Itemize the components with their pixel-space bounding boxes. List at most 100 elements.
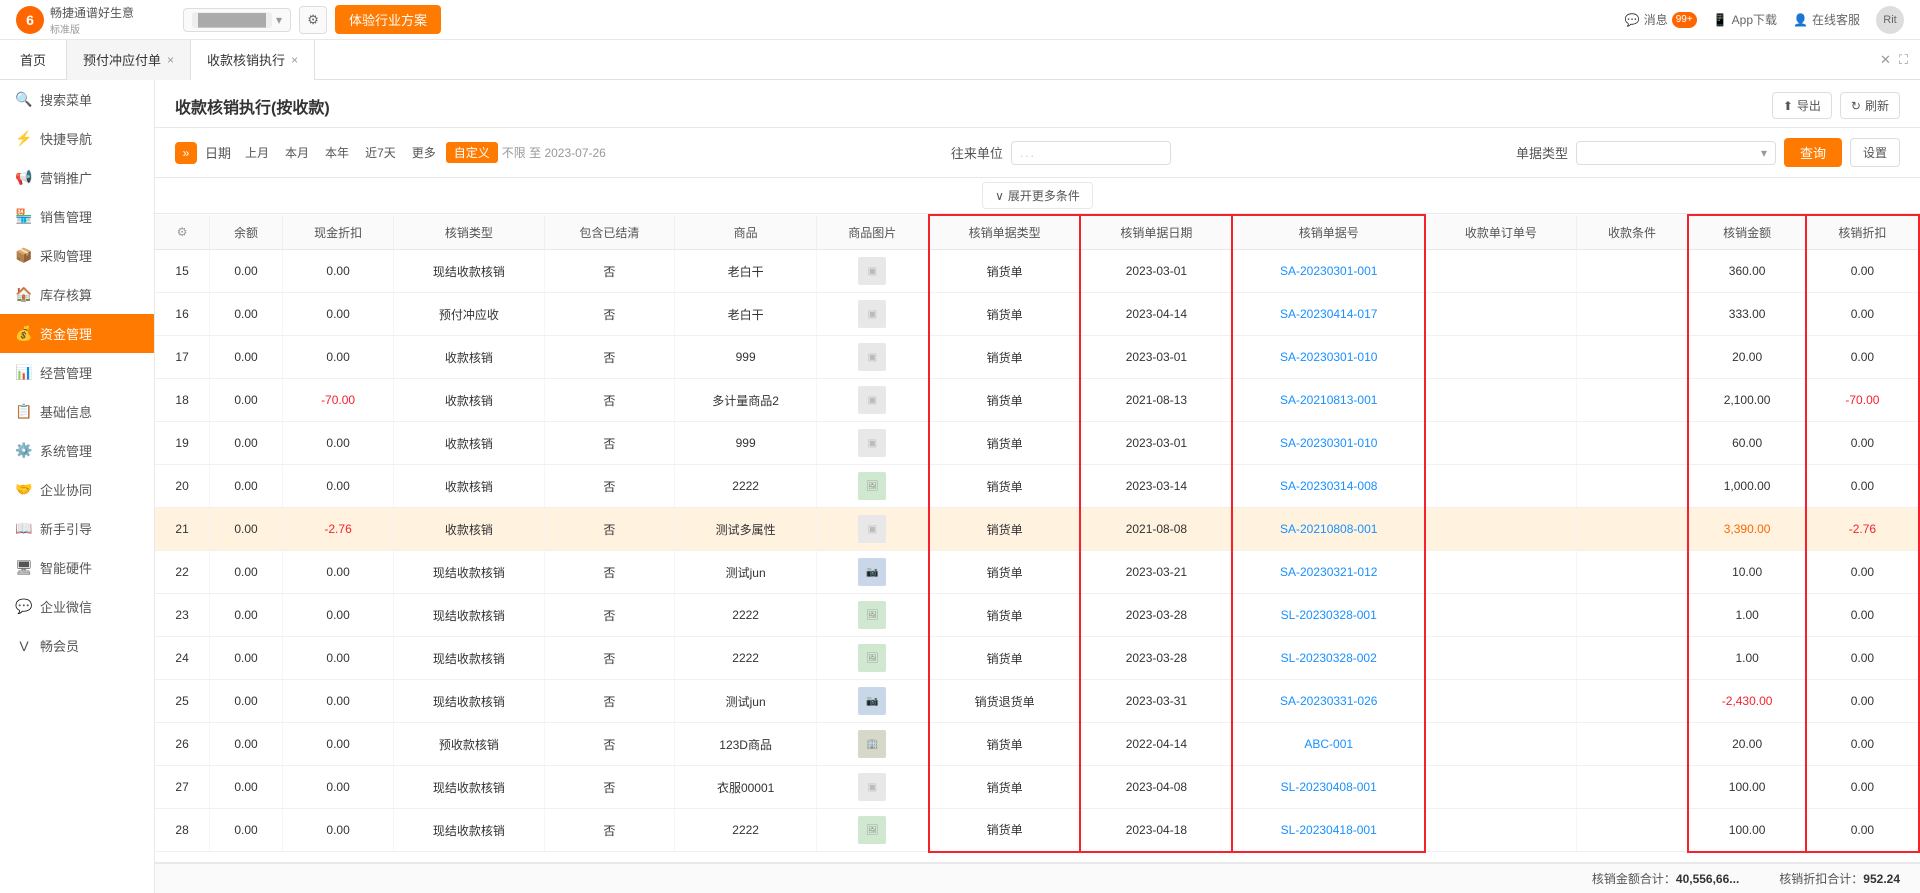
row-bill-no[interactable]: SL-20230418-001 <box>1232 809 1425 852</box>
col-product: 商品 <box>675 215 817 250</box>
refresh-button[interactable]: ↻ 刷新 <box>1840 92 1900 119</box>
row-type: 现结收款核销 <box>394 637 544 680</box>
row-bill-type: 销货单 <box>929 594 1081 637</box>
7days-btn[interactable]: 近7天 <box>359 142 402 163</box>
sidebar-item-system[interactable]: ⚙️ 系统管理 <box>0 431 154 470</box>
gear-button[interactable]: ⚙ <box>299 6 327 34</box>
sidebar-item-member[interactable]: V 畅会员 <box>0 626 154 665</box>
row-cash-discount: 0.00 <box>282 250 393 293</box>
home-tab[interactable]: 首页 <box>0 40 67 80</box>
settings-button[interactable]: 设置 <box>1850 138 1900 167</box>
row-cash-discount: -2.76 <box>282 508 393 551</box>
row-product: 衣服00001 <box>675 766 817 809</box>
more-date-btn[interactable]: 更多 <box>406 142 442 163</box>
row-bill-no[interactable]: SA-20230321-012 <box>1232 551 1425 594</box>
product-image: 🖼 <box>858 472 886 500</box>
row-bill-type: 销货单 <box>929 637 1081 680</box>
sidebar-item-finance[interactable]: 💰 资金管理 <box>0 314 154 353</box>
this-month-btn[interactable]: 本月 <box>279 142 315 163</box>
row-bill-no[interactable]: SA-20230301-010 <box>1232 336 1425 379</box>
custom-date-btn[interactable]: 自定义 <box>446 142 498 163</box>
product-image: 🖼 <box>858 816 886 844</box>
table-area[interactable]: ⚙ 余额 现金折扣 核销类型 包含已结清 商品 商品图片 核销单据类型 核销单据… <box>155 214 1920 862</box>
tab-collection[interactable]: 收款核销执行 × <box>191 40 315 80</box>
content-area: 收款核销执行(按收款) ⬆ 导出 ↻ 刷新 » 日期 上月 本月 <box>155 80 1920 893</box>
expand-more-button[interactable]: ∨ 展开更多条件 <box>982 182 1093 209</box>
row-condition <box>1576 508 1688 551</box>
counterpart-input[interactable]: ... <box>1011 141 1171 165</box>
user-avatar[interactable]: Rit <box>1876 6 1904 34</box>
sidebar-item-sales[interactable]: 🏪 销售管理 <box>0 197 154 236</box>
solution-button[interactable]: 体验行业方案 <box>335 5 441 34</box>
table-row: 25 0.00 0.00 现结收款核销 否 测试jun 📷 销货退货单 2023… <box>155 680 1919 723</box>
row-bill-no[interactable]: SL-20230408-001 <box>1232 766 1425 809</box>
this-year-btn[interactable]: 本年 <box>319 142 355 163</box>
sidebar-item-inventory[interactable]: 🏠 库存核算 <box>0 275 154 314</box>
row-bill-no[interactable]: SA-20230314-008 <box>1232 465 1425 508</box>
search-icon: 🔍 <box>16 92 32 108</box>
table-row: 18 0.00 -70.00 收款核销 否 多计量商品2 ▣ 销货单 2021-… <box>155 379 1919 422</box>
row-cash-discount: 0.00 <box>282 809 393 852</box>
sidebar-item-wechat[interactable]: 💬 企业微信 <box>0 587 154 626</box>
close-window-icon[interactable]: ✕ <box>1880 52 1891 68</box>
bill-type-select[interactable]: ▾ <box>1576 141 1776 165</box>
online-service-button[interactable]: 👤 在线客服 <box>1793 11 1860 28</box>
table-row: 20 0.00 0.00 收款核销 否 2222 🖼 销货单 2023-03-1… <box>155 465 1919 508</box>
product-image-placeholder: ▣ <box>858 257 886 285</box>
row-bill-no[interactable]: SA-20210808-001 <box>1232 508 1425 551</box>
sidebar-item-guide[interactable]: 📖 新手引导 <box>0 509 154 548</box>
row-balance: 0.00 <box>210 465 283 508</box>
sidebar-item-search[interactable]: 🔍 搜索菜单 <box>0 80 154 119</box>
row-bill-no[interactable]: SA-20210813-001 <box>1232 379 1425 422</box>
row-bill-no[interactable]: SA-20230331-026 <box>1232 680 1425 723</box>
sidebar-item-hardware[interactable]: 🖥 智能硬件 <box>0 548 154 587</box>
app-download-button[interactable]: 📱 App下载 <box>1713 11 1777 28</box>
sidebar-item-corp[interactable]: 🤝 企业协同 <box>0 470 154 509</box>
row-bill-no[interactable]: SL-20230328-001 <box>1232 594 1425 637</box>
row-product: 999 <box>675 336 817 379</box>
query-button[interactable]: 查询 <box>1784 138 1842 167</box>
page-title: 收款核销执行(按收款) <box>175 94 330 118</box>
row-product-img: 📷 <box>816 551 928 594</box>
row-bill-no[interactable]: SA-20230414-017 <box>1232 293 1425 336</box>
row-bill-no[interactable]: ABC-001 <box>1232 723 1425 766</box>
expand-filter-button[interactable]: » <box>175 142 197 164</box>
row-bill-date: 2023-03-01 <box>1080 250 1232 293</box>
tab-close-collection[interactable]: × <box>291 53 298 67</box>
date-range-display: 不限 至 2023-07-26 <box>502 144 606 161</box>
row-bill-no[interactable]: SL-20230328-002 <box>1232 637 1425 680</box>
row-bill-date: 2023-03-28 <box>1080 637 1232 680</box>
row-type: 现结收款核销 <box>394 551 544 594</box>
counterpart-label: 往来单位 <box>951 143 1003 162</box>
export-button[interactable]: ⬆ 导出 <box>1772 92 1832 119</box>
wechat-icon: 💬 <box>16 599 32 615</box>
sidebar-label-basic: 基础信息 <box>40 402 92 421</box>
sidebar-item-operation[interactable]: 📊 经营管理 <box>0 353 154 392</box>
message-button[interactable]: 💬 消息 99+ <box>1625 11 1697 28</box>
sidebar-item-marketing[interactable]: 📢 营销推广 <box>0 158 154 197</box>
tab-prepay[interactable]: 预付冲应付单 × <box>67 40 191 80</box>
row-order-no <box>1425 336 1576 379</box>
org-select[interactable]: ████████ ▾ <box>183 8 291 32</box>
settings-col-header[interactable]: ⚙ <box>155 215 210 250</box>
col-product-img: 商品图片 <box>816 215 928 250</box>
row-discount: 0.00 <box>1806 723 1919 766</box>
row-condition <box>1576 766 1688 809</box>
sidebar-label-corp: 企业协同 <box>40 480 92 499</box>
quicknav-icon: ⚡ <box>16 131 32 147</box>
row-bill-no[interactable]: SA-20230301-010 <box>1232 422 1425 465</box>
maximize-window-icon[interactable]: ⛶ <box>1899 52 1908 68</box>
row-settled: 否 <box>544 809 675 852</box>
col-bill-type: 核销单据类型 <box>929 215 1081 250</box>
row-settled: 否 <box>544 293 675 336</box>
row-settled: 否 <box>544 508 675 551</box>
last-month-btn[interactable]: 上月 <box>239 142 275 163</box>
tab-close-prepay[interactable]: × <box>167 53 174 67</box>
sidebar-item-purchase[interactable]: 📦 采购管理 <box>0 236 154 275</box>
row-product-img: ▣ <box>816 250 928 293</box>
row-bill-no[interactable]: SA-20230301-001 <box>1232 250 1425 293</box>
sidebar-item-basic[interactable]: 📋 基础信息 <box>0 392 154 431</box>
row-type: 收款核销 <box>394 379 544 422</box>
sidebar-item-quicknav[interactable]: ⚡ 快捷导航 <box>0 119 154 158</box>
table-row: 28 0.00 0.00 现结收款核销 否 2222 🖼 销货单 2023-04… <box>155 809 1919 852</box>
